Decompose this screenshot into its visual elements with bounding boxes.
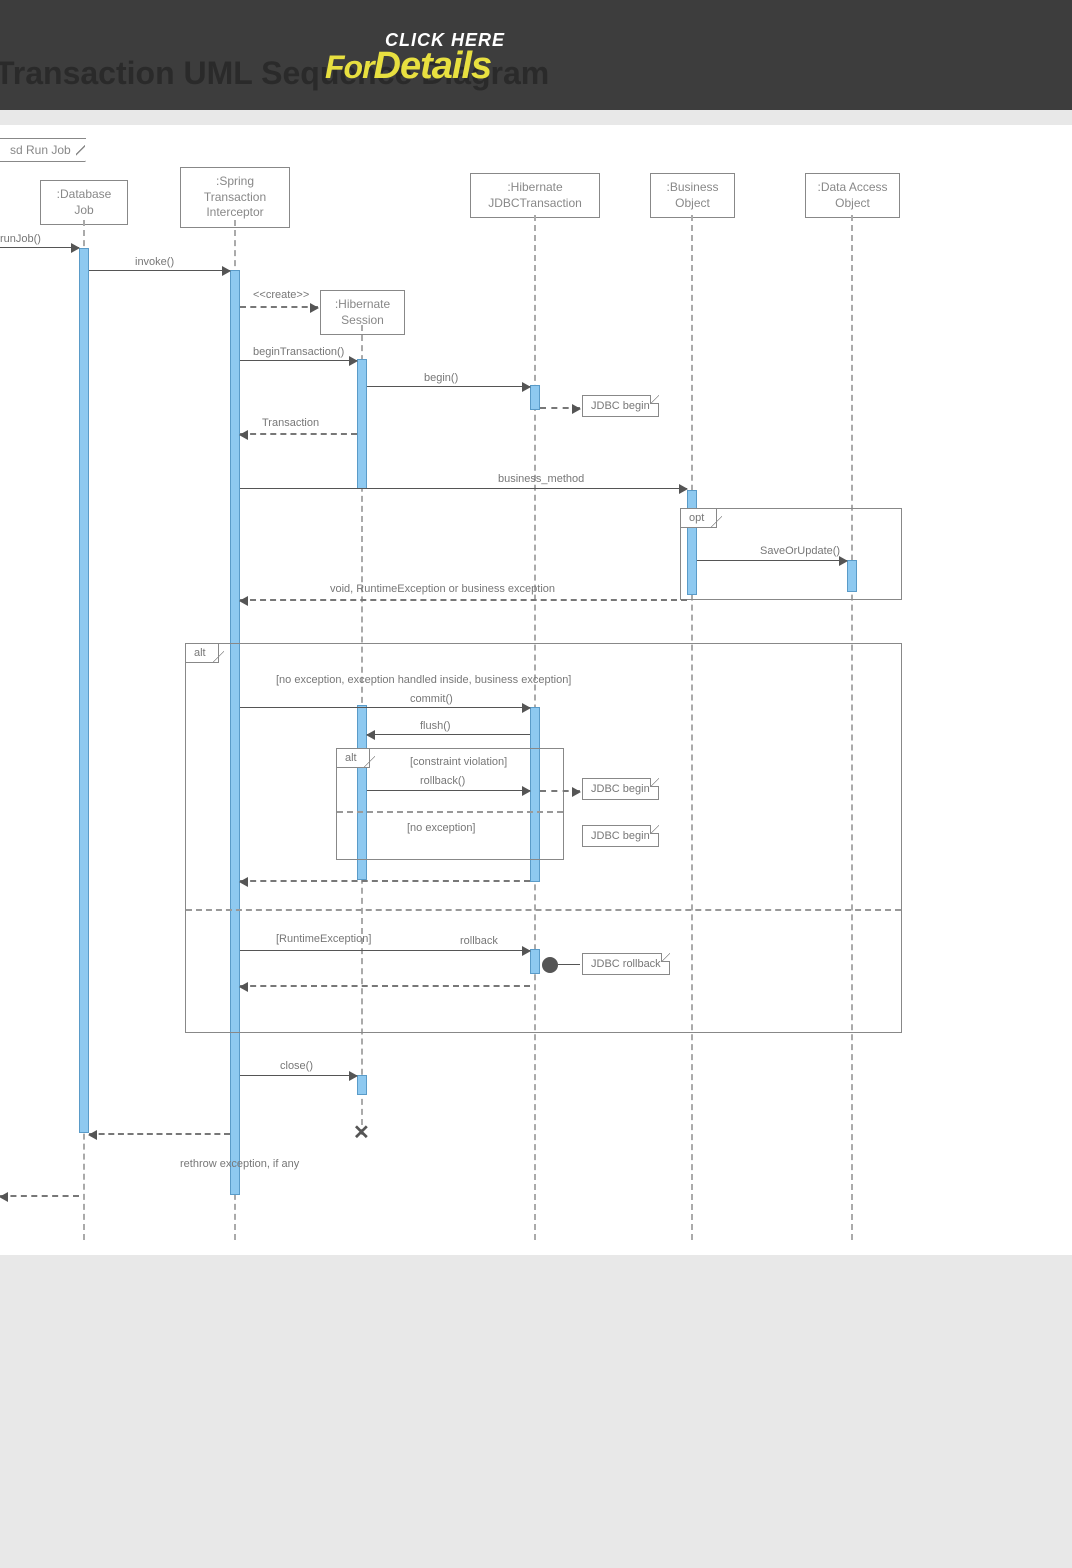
fragment-opt-label: opt — [680, 508, 717, 528]
arrow-runjob — [0, 247, 79, 248]
lifeline-database: :Database Job — [40, 180, 128, 225]
guard-constraint: [constraint violation] — [410, 756, 507, 768]
msg-rethrow: rethrow exception, if any — [180, 1158, 299, 1170]
guard-noexc: [no exception, exception handled inside,… — [276, 674, 571, 686]
msg-bizmethod: business_method — [498, 473, 584, 485]
arrow-begintx — [240, 360, 357, 361]
fragment-alt-label: alt — [185, 643, 219, 663]
lifeline-dao: :Data Access Object — [805, 173, 900, 218]
msg-commit: commit() — [410, 693, 453, 705]
destroy-session: ✕ — [353, 1120, 370, 1145]
fragment-alt-inner-divider — [337, 811, 563, 813]
msg-close: close() — [280, 1060, 313, 1072]
overlay-banner: Transaction UML Sequence Diagram CLICK H… — [0, 0, 1072, 110]
arrow-create — [240, 306, 318, 308]
act-database — [79, 248, 89, 1133]
lifeline-business: :Business Object — [650, 173, 735, 218]
note-jdbc-begin2: JDBC begin — [582, 778, 659, 800]
sd-frame-label: sd Run Job — [0, 138, 86, 162]
arrow-return2 — [240, 985, 530, 987]
dot-stop — [542, 957, 558, 973]
guard-noexc2: [no exception] — [407, 822, 476, 834]
msg-create: <<create>> — [253, 289, 309, 301]
arrow-bizmethod — [240, 488, 687, 489]
msg-flush: flush() — [420, 720, 451, 732]
arrow-return-db — [89, 1133, 230, 1135]
act-session3 — [357, 1075, 367, 1095]
arrow-return-caller — [0, 1195, 79, 1197]
note-jdbc-begin: JDBC begin — [582, 395, 659, 417]
line-to-note — [558, 964, 580, 965]
msg-begin: begin() — [424, 372, 458, 384]
arrow-saveorupdate — [697, 560, 847, 561]
arrow-rollback2 — [240, 950, 530, 951]
arrow-flush — [367, 734, 530, 735]
arrow-invoke — [89, 270, 230, 271]
fragment-alt-divider — [186, 909, 901, 911]
arrow-return1 — [240, 880, 530, 882]
arrow-begin — [367, 386, 530, 387]
arrow-voidexc — [240, 599, 687, 601]
lifeline-spring: :Spring Transaction Interceptor — [180, 167, 290, 228]
fragment-alt-inner-label: alt — [336, 748, 370, 768]
arrow-close — [240, 1075, 357, 1076]
msg-begintx: beginTransaction() — [253, 346, 344, 358]
msg-rollback: rollback() — [420, 775, 465, 787]
msg-voidexc: void, RuntimeException or business excep… — [330, 583, 555, 595]
arrow-commit — [240, 707, 530, 708]
arrow-jdbcbegin-note — [540, 407, 580, 409]
arrow-tx — [240, 433, 357, 435]
lifeline-jdbc: :Hibernate JDBCTransaction — [470, 173, 600, 218]
act-jdbc1 — [530, 385, 540, 410]
msg-saveorupdate: SaveOrUpdate() — [760, 545, 840, 557]
guard-runtime: [RuntimeException] — [276, 933, 371, 945]
diagram-canvas: sd Run Job :Database Job :Spring Transac… — [0, 125, 1072, 1255]
arrow-rollback — [367, 790, 530, 791]
act-session1 — [357, 359, 367, 489]
note-jdbc-begin3: JDBC begin — [582, 825, 659, 847]
note-jdbc-rollback: JDBC rollback — [582, 953, 670, 975]
msg-tx: Transaction — [262, 417, 319, 429]
for-details-text[interactable]: ForDetails — [325, 45, 491, 88]
msg-runjob: runJob() — [0, 233, 41, 245]
msg-rollback2: rollback — [460, 935, 498, 947]
arrow-rollback-note — [540, 790, 580, 792]
msg-invoke: invoke() — [135, 256, 174, 268]
